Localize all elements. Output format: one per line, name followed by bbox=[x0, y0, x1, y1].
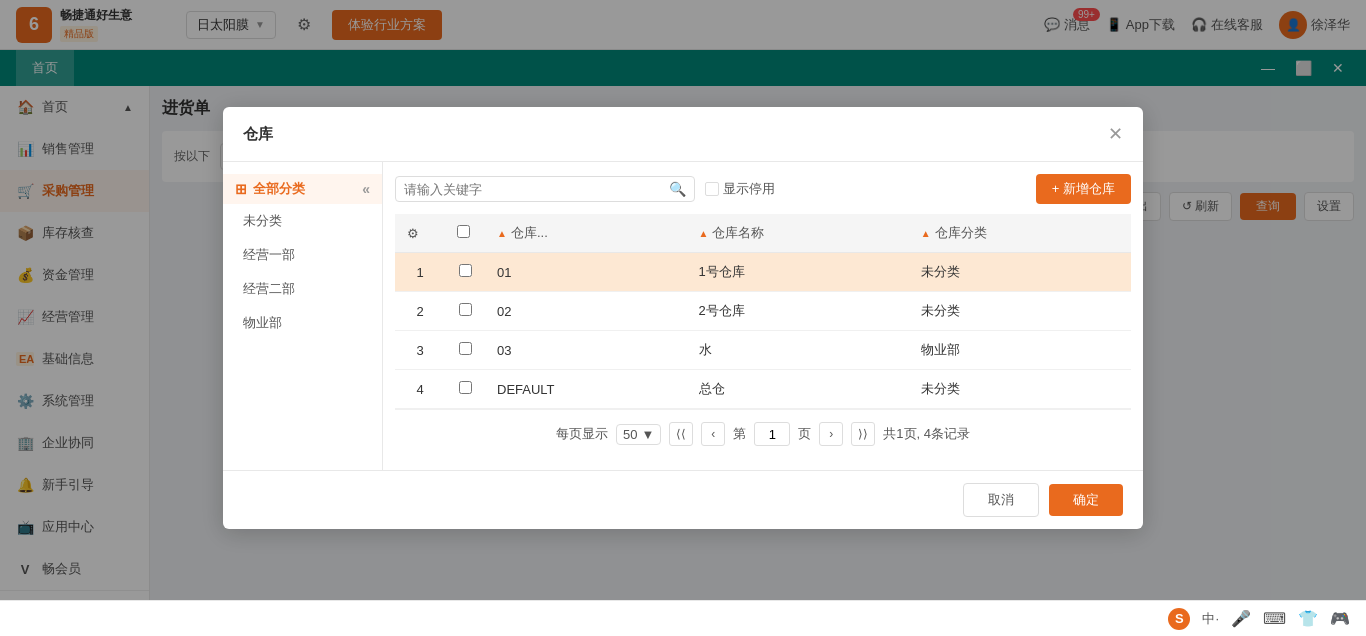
col-category[interactable]: ▲仓库分类 bbox=[909, 214, 1131, 253]
row-category-1: 未分类 bbox=[909, 292, 1131, 331]
confirm-button[interactable]: 确定 bbox=[1049, 484, 1123, 516]
mic-icon[interactable]: 🎤 bbox=[1231, 609, 1251, 628]
row-num-0: 1 bbox=[395, 253, 445, 292]
category-item-property[interactable]: 物业部 bbox=[223, 306, 382, 340]
col-name[interactable]: ▲仓库名称 bbox=[687, 214, 909, 253]
col-settings: ⚙ bbox=[395, 214, 445, 253]
taskbar-brand-icon: S bbox=[1168, 608, 1190, 630]
add-warehouse-button[interactable]: + 新增仓库 bbox=[1036, 174, 1131, 204]
modal-main-content: 🔍 显示停用 + 新增仓库 ⚙ bbox=[383, 162, 1143, 470]
col-checkbox bbox=[445, 214, 485, 253]
total-info: 共1页, 4条记录 bbox=[883, 425, 970, 443]
sort-icon-category: ▲ bbox=[921, 228, 931, 239]
category-all-item[interactable]: ⊞ 全部分类 « bbox=[223, 174, 382, 204]
select-all-checkbox[interactable] bbox=[457, 225, 470, 238]
modal-body: ⊞ 全部分类 « 未分类 经营一部 经营二部 物业部 🔍 bbox=[223, 162, 1143, 470]
row-num-1: 2 bbox=[395, 292, 445, 331]
last-page-button[interactable]: ⟩⟩ bbox=[851, 422, 875, 446]
page-label: 页 bbox=[798, 425, 811, 443]
keyboard-icon[interactable]: ⌨ bbox=[1263, 609, 1286, 628]
warehouse-table: ⚙ ▲仓库... ▲仓库名称 ▲仓库分类 1 01 bbox=[395, 214, 1131, 409]
search-box: 🔍 bbox=[395, 176, 695, 202]
table-row: 3 03 水 物业部 bbox=[395, 331, 1131, 370]
row-code-1: 02 bbox=[485, 292, 687, 331]
row-name-3: 总仓 bbox=[687, 370, 909, 409]
page-size-select[interactable]: 50 ▼ bbox=[616, 424, 661, 445]
settings-col-icon: ⚙ bbox=[407, 226, 419, 241]
table-header-row: ⚙ ▲仓库... ▲仓库名称 ▲仓库分类 bbox=[395, 214, 1131, 253]
table-row: 4 DEFAULT 总仓 未分类 bbox=[395, 370, 1131, 409]
pagination: 每页显示 50 ▼ ⟨⟨ ‹ 第 页 › ⟩⟩ 共1页, 4条记录 bbox=[395, 409, 1131, 458]
modal-close-button[interactable]: ✕ bbox=[1108, 123, 1123, 145]
show-disabled-checkbox[interactable]: 显示停用 bbox=[705, 180, 775, 198]
col-code[interactable]: ▲仓库... bbox=[485, 214, 687, 253]
cancel-button[interactable]: 取消 bbox=[963, 483, 1039, 517]
page-size-value: 50 bbox=[623, 427, 637, 442]
row-category-0: 未分类 bbox=[909, 253, 1131, 292]
row-name-0: 1号仓库 bbox=[687, 253, 909, 292]
search-icon: 🔍 bbox=[669, 181, 686, 197]
grid-icon: ⊞ bbox=[235, 181, 247, 197]
row-checkbox-1[interactable] bbox=[445, 292, 485, 331]
row-category-3: 未分类 bbox=[909, 370, 1131, 409]
category-item-uncategorized[interactable]: 未分类 bbox=[223, 204, 382, 238]
row-checkbox-2[interactable] bbox=[445, 331, 485, 370]
warehouse-modal: 仓库 ✕ ⊞ 全部分类 « 未分类 经营一部 经营二部 物业部 bbox=[223, 107, 1143, 529]
prev-page-button[interactable]: ‹ bbox=[701, 422, 725, 446]
row-checkbox-0[interactable] bbox=[445, 253, 485, 292]
row-code-3: DEFAULT bbox=[485, 370, 687, 409]
gamepad-icon[interactable]: 🎮 bbox=[1330, 609, 1350, 628]
checkbox-icon bbox=[705, 182, 719, 196]
row-code-2: 03 bbox=[485, 331, 687, 370]
category-all-label: 全部分类 bbox=[253, 180, 305, 198]
category-item-ops1[interactable]: 经营一部 bbox=[223, 238, 382, 272]
category-item-ops2[interactable]: 经营二部 bbox=[223, 272, 382, 306]
modal-title: 仓库 bbox=[243, 125, 273, 144]
page-number-input[interactable] bbox=[754, 422, 790, 446]
shirt-icon[interactable]: 👕 bbox=[1298, 609, 1318, 628]
row-category-2: 物业部 bbox=[909, 331, 1131, 370]
collapse-icon[interactable]: « bbox=[362, 181, 370, 197]
search-input[interactable] bbox=[404, 182, 663, 197]
sort-icon-name: ▲ bbox=[699, 228, 709, 239]
page-num-prefix: 第 bbox=[733, 425, 746, 443]
taskbar-brand: S bbox=[1168, 608, 1190, 630]
taskbar: S 中· 🎤 ⌨ 👕 🎮 bbox=[0, 600, 1366, 636]
modal-header: 仓库 ✕ bbox=[223, 107, 1143, 162]
modal-overlay: 仓库 ✕ ⊞ 全部分类 « 未分类 经营一部 经营二部 物业部 bbox=[0, 0, 1366, 636]
show-disabled-label: 显示停用 bbox=[723, 180, 775, 198]
sort-icon: ▲ bbox=[497, 228, 507, 239]
modal-category-sidebar: ⊞ 全部分类 « 未分类 经营一部 经营二部 物业部 bbox=[223, 162, 383, 470]
modal-footer: 取消 确定 bbox=[223, 470, 1143, 529]
row-num-2: 3 bbox=[395, 331, 445, 370]
table-row: 1 01 1号仓库 未分类 bbox=[395, 253, 1131, 292]
page-size-label: 每页显示 bbox=[556, 425, 608, 443]
row-code-0: 01 bbox=[485, 253, 687, 292]
table-row: 2 02 2号仓库 未分类 bbox=[395, 292, 1131, 331]
row-checkbox-3[interactable] bbox=[445, 370, 485, 409]
row-name-2: 水 bbox=[687, 331, 909, 370]
first-page-button[interactable]: ⟨⟨ bbox=[669, 422, 693, 446]
taskbar-text-icon: 中· bbox=[1202, 610, 1219, 628]
modal-toolbar: 🔍 显示停用 + 新增仓库 bbox=[395, 174, 1131, 204]
row-name-1: 2号仓库 bbox=[687, 292, 909, 331]
next-page-button[interactable]: › bbox=[819, 422, 843, 446]
row-num-3: 4 bbox=[395, 370, 445, 409]
page-size-chevron: ▼ bbox=[641, 427, 654, 442]
